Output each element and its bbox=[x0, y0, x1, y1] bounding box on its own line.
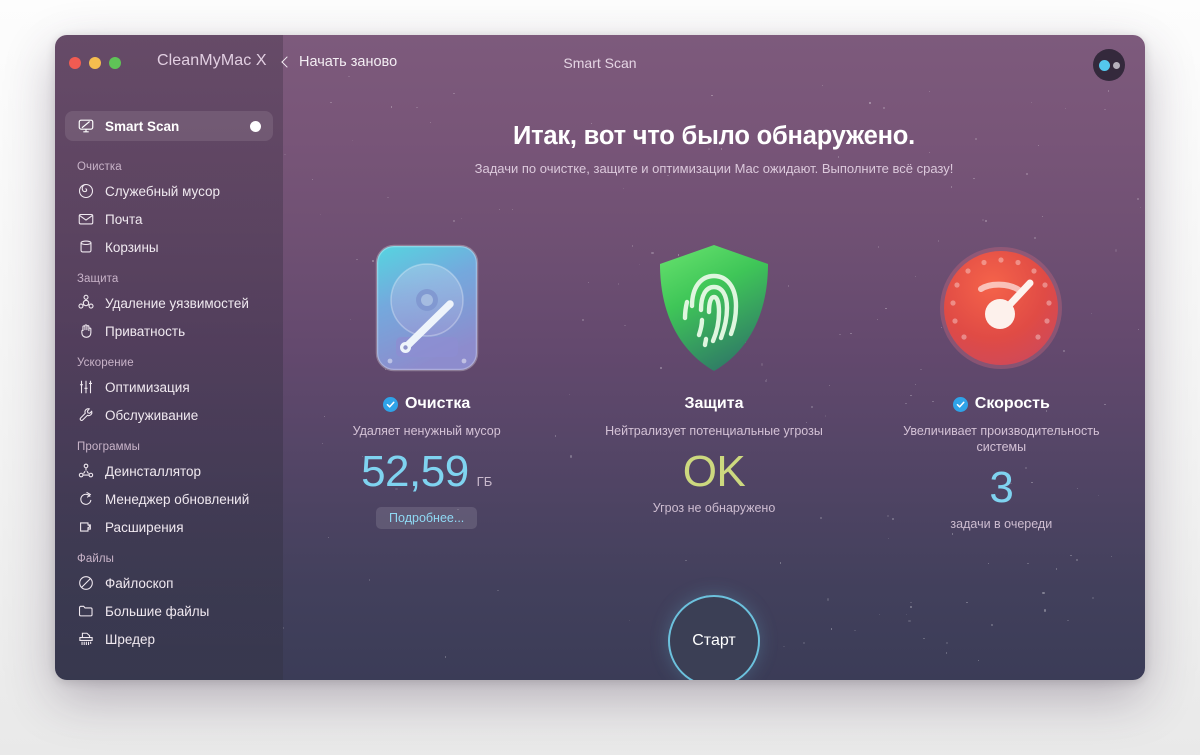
card-protection: Защита Нейтрализует потенциальные угрозы… bbox=[570, 240, 857, 531]
sidebar-item-label: Расширения bbox=[105, 519, 184, 535]
sidebar-item-1-g2[interactable]: Удаление уязвимостей bbox=[55, 289, 283, 317]
sidebar-item-label: Smart Scan bbox=[105, 118, 180, 134]
start-button[interactable]: Старт bbox=[668, 595, 760, 680]
screenshot-root: CleanMyMac X Начать заново Smart Scan Sm… bbox=[0, 0, 1200, 755]
updater-icon bbox=[77, 490, 95, 508]
shredder-icon bbox=[77, 630, 95, 648]
smart-scan-icon bbox=[77, 117, 95, 135]
page-headline: Итак, вот что было обнаружено. bbox=[512, 122, 916, 150]
sidebar-item-label: Почта bbox=[105, 211, 143, 227]
sidebar-item-label: Обслуживание bbox=[105, 407, 199, 423]
hard-disk-icon bbox=[374, 240, 480, 375]
sidebar-item-1-g3[interactable]: Оптимизация bbox=[55, 373, 283, 401]
card-cleanup-metric: 52,59 ГБ bbox=[361, 447, 492, 497]
account-button[interactable] bbox=[1093, 49, 1125, 81]
sidebar-item-3-g1[interactable]: Корзины bbox=[55, 233, 283, 261]
card-speed: Скорость Увеличивает производительность … bbox=[858, 240, 1145, 531]
sidebar-item-2-g4[interactable]: Менеджер обновлений bbox=[55, 485, 283, 513]
main-content: Итак, вот что было обнаружено. Задачи по… bbox=[283, 35, 1145, 680]
card-protection-metric: OK bbox=[683, 447, 746, 497]
sidebar-item-label: Деинсталлятор bbox=[105, 463, 202, 479]
sidebar-group-title: Очистка bbox=[77, 161, 122, 173]
titlebar: CleanMyMac X Начать заново Smart Scan bbox=[55, 35, 1145, 91]
card-cleanup-title-row: Очистка bbox=[383, 395, 470, 413]
result-cards: Очистка Удаляет ненужный мусор 52,59 ГБ … bbox=[283, 240, 1145, 531]
uninstaller-icon bbox=[77, 462, 95, 480]
sidebar-item-1-g5[interactable]: Файлоскоп bbox=[55, 569, 283, 597]
sidebar-item-smart-scan[interactable]: Smart Scan bbox=[65, 111, 273, 141]
sidebar-item-label: Большие файлы bbox=[105, 603, 210, 619]
check-icon bbox=[383, 396, 399, 412]
card-protection-title: Защита bbox=[684, 395, 744, 412]
card-protection-note: Угроз не обнаружено bbox=[652, 501, 776, 515]
card-cleanup-description: Удаляет ненужный мусор bbox=[352, 424, 501, 438]
extensions-icon bbox=[77, 518, 95, 536]
account-dot-secondary-icon bbox=[1112, 61, 1120, 69]
cleanup-details-button[interactable]: Подробнее... bbox=[376, 507, 478, 529]
sidebar-item-3-g5[interactable]: Шредер bbox=[55, 625, 283, 653]
maintenance-wrench-icon bbox=[77, 406, 95, 424]
card-cleanup-value: 52,59 bbox=[361, 447, 469, 496]
card-protection-description: Нейтрализует потенциальные угрозы bbox=[605, 424, 823, 438]
sidebar-item-label: Оптимизация bbox=[105, 379, 190, 395]
sidebar-item-2-g1[interactable]: Почта bbox=[55, 205, 283, 233]
sidebar-group-title: Файлы bbox=[77, 553, 115, 565]
sidebar-item-label: Менеджер обновлений bbox=[105, 491, 250, 507]
sidebar-item-label: Файлоскоп bbox=[105, 575, 174, 591]
space-lens-icon bbox=[77, 574, 95, 592]
large-old-files-icon bbox=[77, 602, 95, 620]
card-cleanup-unit: ГБ bbox=[476, 474, 493, 489]
malware-removal-icon bbox=[77, 294, 95, 312]
sidebar-item-label: Приватность bbox=[105, 323, 186, 339]
card-speed-title-row: Скорость bbox=[952, 395, 1050, 413]
shield-fingerprint-icon bbox=[655, 240, 773, 375]
sidebar-group-title: Программы bbox=[77, 441, 141, 453]
window-title: Smart Scan bbox=[563, 55, 637, 71]
mail-icon bbox=[77, 210, 95, 228]
card-speed-note: задачи в очереди bbox=[950, 517, 1053, 531]
card-protection-title-row: Защита bbox=[684, 395, 743, 413]
system-junk-icon bbox=[77, 182, 95, 200]
card-cleanup: Очистка Удаляет ненужный мусор 52,59 ГБ … bbox=[283, 240, 570, 531]
privacy-hand-icon bbox=[77, 322, 95, 340]
card-cleanup-title: Очистка bbox=[405, 395, 471, 412]
sidebar: Smart Scan Очистка Служебный мусор Почта Ко… bbox=[55, 35, 283, 680]
sidebar-item-1-g1[interactable]: Служебный мусор bbox=[55, 177, 283, 205]
speedometer-icon bbox=[937, 240, 1065, 375]
sidebar-item-label: Шредер bbox=[105, 631, 155, 647]
optimization-sliders-icon bbox=[77, 378, 95, 396]
sidebar-item-1-g4[interactable]: Деинсталлятор bbox=[55, 457, 283, 485]
status-dot-icon bbox=[250, 120, 261, 132]
sidebar-item-3-g4[interactable]: Расширения bbox=[55, 513, 283, 541]
sidebar-item-label: Удаление уязвимостей bbox=[105, 295, 249, 311]
card-speed-title: Скорость bbox=[974, 395, 1050, 412]
card-speed-value: 3 bbox=[989, 463, 1014, 512]
sidebar-item-label: Служебный мусор bbox=[105, 183, 221, 199]
card-protection-value: OK bbox=[682, 447, 746, 496]
card-speed-description: Увеличивает производительность системы bbox=[903, 424, 1100, 454]
card-speed-metric: 3 bbox=[989, 463, 1013, 513]
sidebar-item-label: Корзины bbox=[105, 239, 159, 255]
trash-bins-icon bbox=[77, 238, 95, 256]
sidebar-item-2-g3[interactable]: Обслуживание bbox=[55, 401, 283, 429]
cleanmymac-window: CleanMyMac X Начать заново Smart Scan Sm… bbox=[55, 35, 1145, 680]
account-dot-primary-icon bbox=[1098, 59, 1110, 71]
sidebar-group-title: Защита bbox=[77, 273, 119, 285]
sidebar-item-2-g2[interactable]: Приватность bbox=[55, 317, 283, 345]
check-icon bbox=[952, 396, 968, 412]
page-subheadline: Задачи по очистке, защите и оптимизации … bbox=[474, 161, 954, 176]
sidebar-group-title: Ускорение bbox=[77, 357, 134, 369]
sidebar-item-2-g5[interactable]: Большие файлы bbox=[55, 597, 283, 625]
